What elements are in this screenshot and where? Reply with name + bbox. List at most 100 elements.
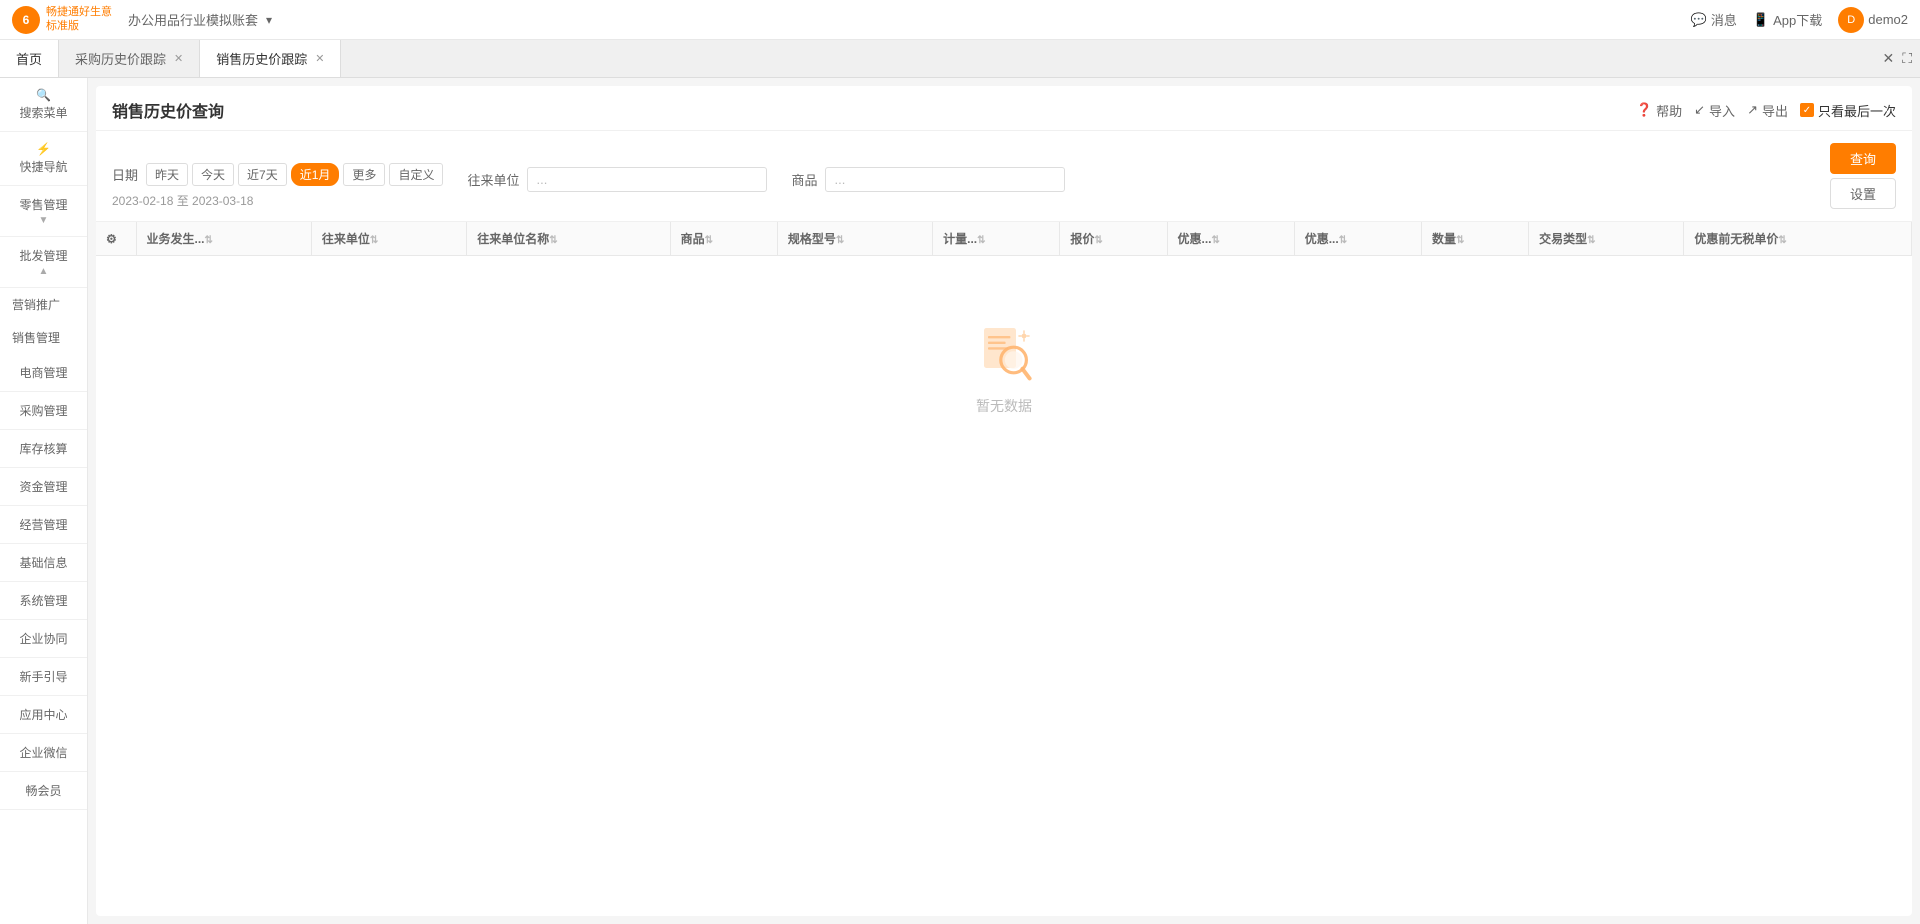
logo-text: 畅捷通好生意 标准版 [46,6,112,32]
tab-sales-history-close[interactable]: ✕ [315,52,324,65]
sidebar-item-purchase-mgmt[interactable]: 采购管理 [0,392,87,430]
date-btn-more[interactable]: 更多 [343,163,385,186]
retail-expand-icon: ▼ [39,215,49,226]
empty-illustration [964,316,1044,396]
th-trade-type[interactable]: 交易类型⇅ [1529,222,1684,256]
sidebar-item-quick-nav[interactable]: ⚡ 快捷导航 [0,132,87,186]
tab-controls: ✕ ⛶ [1874,40,1920,77]
close-tab-button[interactable]: ✕ [1882,50,1894,67]
th-pretax-price[interactable]: 优惠前无税单价⇅ [1684,222,1912,256]
tabs-bar: 首页 采购历史价跟踪 ✕ 销售历史价跟踪 ✕ ✕ ⛶ [0,40,1920,78]
date-btn-today[interactable]: 今天 [192,163,234,186]
date-range-text: 2023-02-18 至 2023-03-18 [112,192,443,209]
sidebar-item-ops-mgmt[interactable]: 经营管理 [0,506,87,544]
import-button[interactable]: ↙ 导入 [1694,101,1735,120]
avatar: D [1838,7,1864,33]
sidebar-item-finance-mgmt[interactable]: 资金管理 [0,468,87,506]
header-title: 办公用品行业模拟账套 [128,10,258,29]
sidebar-item-marketing[interactable]: 营销推广 [0,288,87,321]
message-icon: 💬 [1691,12,1707,28]
th-discount2[interactable]: 优惠...⇅ [1294,222,1421,256]
query-button[interactable]: 查询 [1830,143,1896,174]
th-biz-date[interactable]: 业务发生...⇅ [136,222,311,256]
th-unit[interactable]: 计量...⇅ [933,222,1060,256]
sidebar-item-ecom-mgmt[interactable]: 电商管理 [0,354,87,392]
main-area: 🔍 搜索菜单 ⚡ 快捷导航 零售管理 ▼ 批发管理 ▲ 营销推广 销售管理 电商… [0,78,1920,924]
date-btn-custom[interactable]: 自定义 [389,163,443,186]
sidebar-item-retail-mgmt[interactable]: 零售管理 ▼ [0,186,87,237]
user-avatar-area[interactable]: D demo2 [1838,7,1908,33]
search-icon: 🔍 [36,88,51,102]
partner-filter-label: 往来单位 [467,170,519,189]
empty-state: 暂无数据 [96,256,1912,476]
sidebar: 🔍 搜索菜单 ⚡ 快捷导航 零售管理 ▼ 批发管理 ▲ 营销推广 销售管理 电商… [0,78,88,924]
sidebar-item-app-center[interactable]: 应用中心 [0,696,87,734]
date-filter-group: 日期 昨天 今天 近7天 近1月 更多 自定义 2023-02-18 至 202… [112,163,443,209]
empty-text: 暂无数据 [976,396,1032,416]
sidebar-item-enterprise-wechat[interactable]: 企业微信 [0,734,87,772]
th-partner-code[interactable]: 往来单位⇅ [311,222,466,256]
product-filter-input[interactable]: ... [825,167,1065,192]
tab-purchase-history[interactable]: 采购历史价跟踪 ✕ [59,40,200,77]
page-content: 销售历史价查询 ❓ 帮助 ↙ 导入 ↗ 导出 ✓ [96,86,1912,916]
checkbox-icon: ✓ [1800,103,1814,117]
sidebar-item-new-guide[interactable]: 新手引导 [0,658,87,696]
import-icon: ↙ [1694,102,1705,118]
product-input-dots: ... [834,172,845,187]
table-settings-icon[interactable]: ⚙ [106,232,117,246]
app-download-button[interactable]: 📱 App下载 [1753,10,1822,29]
filter-area: 日期 昨天 今天 近7天 近1月 更多 自定义 2023-02-18 至 202… [96,131,1912,222]
export-icon: ↗ [1747,102,1758,118]
maximize-button[interactable]: ⛶ [1902,50,1912,67]
tab-purchase-history-close[interactable]: ✕ [174,52,183,65]
table-area: ⚙ 业务发生...⇅ 往来单位⇅ 往来单位名称⇅ [96,222,1912,916]
th-product[interactable]: 商品⇅ [670,222,777,256]
sidebar-item-wholesale-mgmt[interactable]: 批发管理 ▲ [0,237,87,288]
sidebar-item-sales-mgmt[interactable]: 销售管理 [0,321,87,354]
logo-area: 6 畅捷通好生意 标准版 [12,6,112,34]
tab-sales-history[interactable]: 销售历史价跟踪 ✕ [200,40,341,77]
page-header: 销售历史价查询 ❓ 帮助 ↙ 导入 ↗ 导出 ✓ [96,86,1912,131]
message-button[interactable]: 💬 消息 [1691,10,1737,29]
date-filter-label: 日期 [112,165,138,184]
download-icon: 📱 [1753,12,1769,28]
app-header: 6 畅捷通好生意 标准版 办公用品行业模拟账套 ▾ 💬 消息 📱 App下载 D… [0,0,1920,40]
sidebar-item-system-mgmt[interactable]: 系统管理 [0,582,87,620]
filter-actions: 查询 设置 [1830,143,1896,209]
header-dropdown-icon[interactable]: ▾ [266,13,272,27]
header-left: 6 畅捷通好生意 标准版 办公用品行业模拟账套 ▾ [12,6,272,34]
th-quote[interactable]: 报价⇅ [1060,222,1167,256]
nav-icon: ⚡ [36,142,51,156]
header-right: 💬 消息 📱 App下载 D demo2 [1691,7,1908,33]
sidebar-item-search-menu[interactable]: 🔍 搜索菜单 [0,78,87,132]
sidebar-item-inventory[interactable]: 库存核算 [0,430,87,468]
th-partner-name[interactable]: 往来单位名称⇅ [467,222,670,256]
page-header-actions: ❓ 帮助 ↙ 导入 ↗ 导出 ✓ 只看最后一次 [1636,101,1896,120]
help-button[interactable]: ❓ 帮助 [1636,101,1682,120]
date-btn-1month[interactable]: 近1月 [291,163,340,186]
product-filter-label: 商品 [791,170,817,189]
th-quantity[interactable]: 数量⇅ [1421,222,1528,256]
date-range-buttons: 昨天 今天 近7天 近1月 更多 自定义 [146,163,443,186]
th-spec[interactable]: 规格型号⇅ [777,222,932,256]
logo-icon: 6 [12,6,40,34]
wholesale-expand-icon: ▲ [39,266,49,277]
tab-home[interactable]: 首页 [0,40,59,77]
table-header-row: ⚙ 业务发生...⇅ 往来单位⇅ 往来单位名称⇅ [96,222,1912,256]
page-title: 销售历史价查询 [112,98,224,122]
sidebar-item-enterprise-collab[interactable]: 企业协同 [0,620,87,658]
th-discount1[interactable]: 优惠...⇅ [1167,222,1294,256]
help-icon: ❓ [1636,102,1652,118]
export-button[interactable]: ↗ 导出 [1747,101,1788,120]
sidebar-item-basic-info[interactable]: 基础信息 [0,544,87,582]
date-btn-yesterday[interactable]: 昨天 [146,163,188,186]
table-settings-col[interactable]: ⚙ [96,222,136,256]
partner-filter-input[interactable]: ... [527,167,767,192]
partner-filter-group: 往来单位 ... [467,167,767,192]
sidebar-item-member[interactable]: 畅会员 [0,772,87,810]
product-filter-group: 商品 ... [791,167,1065,192]
setting-button[interactable]: 设置 [1830,178,1896,209]
only-last-checkbox[interactable]: ✓ 只看最后一次 [1800,101,1896,120]
date-btn-7days[interactable]: 近7天 [238,163,287,186]
page-area: 销售历史价查询 ❓ 帮助 ↙ 导入 ↗ 导出 ✓ [88,78,1920,924]
